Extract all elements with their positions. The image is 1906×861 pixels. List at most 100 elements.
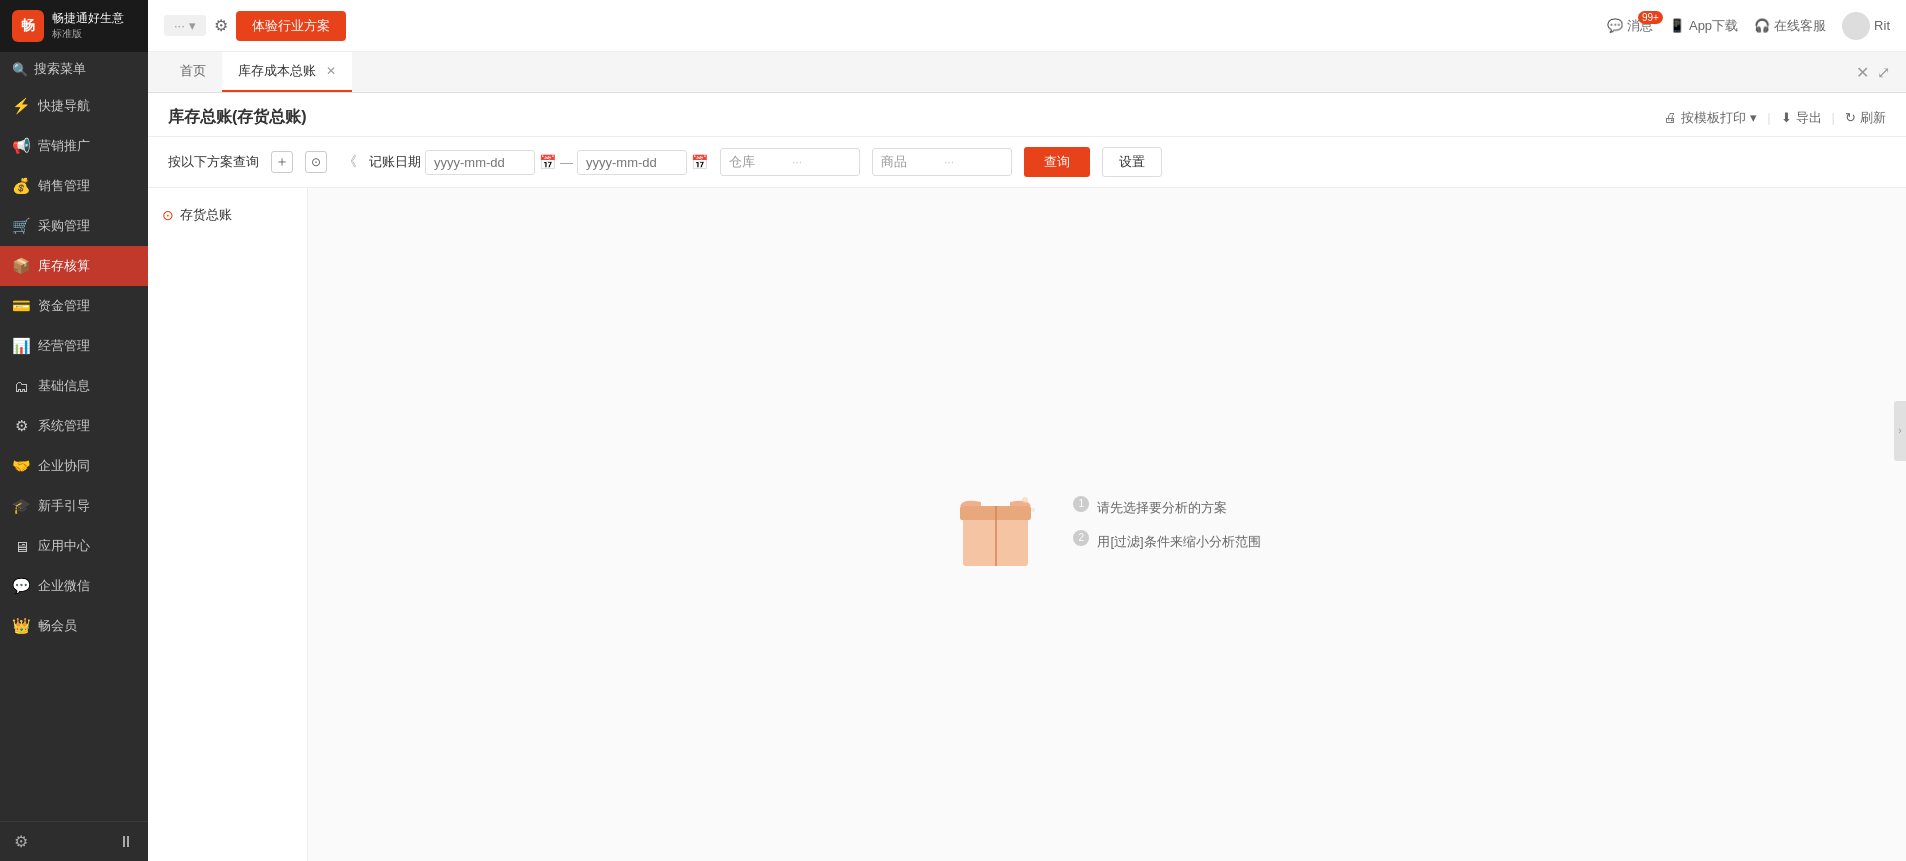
warehouse-filter[interactable]: 仓库 ··· [720,148,860,176]
right-panel-toggle[interactable]: › [1894,401,1906,461]
cal-start-icon[interactable]: 📅 [539,154,556,170]
export-icon: ⬇ [1781,110,1792,125]
product-more-icon: ··· [944,155,1003,169]
message-badge: 99+ [1638,11,1663,24]
sidebar-item-label: 应用中心 [38,537,90,555]
purchase-icon: 🛒 [12,217,30,235]
sidebar-item-label: 营销推广 [38,137,90,155]
product-filter[interactable]: 商品 ··· [872,148,1012,176]
filter-add-btn[interactable]: ＋ [271,151,293,173]
sound-icon[interactable]: ⏸ [118,833,134,851]
date-label: 记账日期 [369,153,421,171]
warehouse-label: 仓库 [729,153,788,171]
tab-close-all-icon[interactable]: ✕ [1856,63,1869,82]
industry-btn[interactable]: 体验行业方案 [236,11,346,41]
shortcut-icon: ⚡ [12,97,30,115]
refresh-btn[interactable]: ↻ 刷新 [1845,109,1886,127]
svg-point-4 [1031,508,1035,512]
tab-close-btn[interactable]: ✕ [326,64,336,78]
basic-icon: 🗂 [12,378,30,395]
empty-step2: 2 用[过滤]条件来缩小分析范围 [1073,529,1260,555]
sidebar-item-shortcut[interactable]: ⚡ 快捷导航 [0,86,148,126]
sidebar-item-appstore[interactable]: 🖥 应用中心 [0,526,148,566]
search-label: 搜索菜单 [34,60,86,78]
sidebar-item-basic[interactable]: 🗂 基础信息 [0,366,148,406]
empty-step1: 1 请先选择要分析的方案 [1073,495,1260,521]
date-start-input[interactable] [425,150,535,175]
tab-expand-icon[interactable]: ⤢ [1877,63,1890,82]
online-service-btn[interactable]: 🎧 在线客服 [1754,17,1826,35]
content-body: ⊙ 存货总账 [148,188,1906,861]
sidebar-item-member[interactable]: 👑 畅会员 [0,606,148,646]
sidebar-item-marketing[interactable]: 📢 营销推广 [0,126,148,166]
tab-home[interactable]: 首页 [164,52,222,92]
member-icon: 👑 [12,617,30,635]
date-end-input[interactable] [577,150,687,175]
divider2: | [1832,110,1835,125]
sidebar-item-label: 畅会员 [38,617,77,635]
print-template-btn[interactable]: 🖨 按模板打印 ▾ [1664,109,1757,127]
sidebar-item-finance[interactable]: 💳 资金管理 [0,286,148,326]
topbar-right: 💬 消息 99+ 📱 App下载 🎧 在线客服 Rit [1607,12,1890,40]
filter-schema-btn[interactable]: ⊙ [305,151,327,173]
refresh-label: 刷新 [1860,109,1886,127]
system-icon: ⚙ [12,417,30,435]
export-btn[interactable]: ⬇ 导出 [1781,109,1822,127]
user-name: Rit [1874,18,1890,33]
print-label: 按模板打印 [1681,109,1746,127]
sidebar-item-operation[interactable]: 📊 经营管理 [0,326,148,366]
breadcrumb[interactable]: ··· ▾ [164,15,206,36]
tab-inventory-ledger[interactable]: 库存成本总账 ✕ [222,52,352,92]
download-icon: 📱 [1669,18,1685,33]
dropdown-icon: ▾ [189,18,196,33]
message-icon: 💬 [1607,18,1623,33]
main-area: ··· ▾ ⚙ 体验行业方案 💬 消息 99+ 📱 App下载 🎧 在线客服 [148,0,1906,861]
warehouse-more-icon: ··· [792,155,851,169]
page-header: 库存总账(存货总账) 🖨 按模板打印 ▾ | ⬇ 导出 | ↻ 刷新 [148,93,1906,137]
sidebar-item-wechat[interactable]: 💬 企业微信 [0,566,148,606]
cal-end-icon[interactable]: 📅 [691,154,708,170]
topbar-settings-icon[interactable]: ⚙ [214,16,228,35]
tab-bar: 首页 库存成本总账 ✕ ✕ ⤢ [148,52,1906,93]
product-label: 商品 [881,153,940,171]
avatar-img [1842,12,1870,40]
service-icon: 🎧 [1754,18,1770,33]
message-btn[interactable]: 💬 消息 99+ [1607,17,1653,35]
page-actions: 🖨 按模板打印 ▾ | ⬇ 导出 | ↻ 刷新 [1664,109,1886,127]
settings-icon[interactable]: ⚙ [14,832,28,851]
content-area: 库存总账(存货总账) 🖨 按模板打印 ▾ | ⬇ 导出 | ↻ 刷新 [148,93,1906,861]
app-download-btn[interactable]: 📱 App下载 [1669,17,1738,35]
sidebar-item-inventory[interactable]: 📦 库存核算 [0,246,148,286]
app-download-label: App下载 [1689,17,1738,35]
filter-settings-btn[interactable]: 设置 [1102,147,1162,177]
sidebar-search[interactable]: 🔍 搜索菜单 [0,52,148,86]
sidebar-item-label: 库存核算 [38,257,90,275]
cooperation-icon: 🤝 [12,457,30,475]
sidebar-item-system[interactable]: ⚙ 系统管理 [0,406,148,446]
empty-icon [953,480,1043,570]
empty-state: 1 请先选择要分析的方案 2 用[过滤]条件来缩小分析范围 [308,188,1906,861]
sidebar-item-label: 采购管理 [38,217,90,235]
finance-icon: 💳 [12,297,30,315]
date-separator: — [560,155,573,170]
scheme-item-inventory[interactable]: ⊙ 存货总账 [148,198,307,232]
step-num-2: 2 [1073,530,1089,546]
user-avatar[interactable]: Rit [1842,12,1890,40]
query-btn[interactable]: 查询 [1024,147,1090,177]
tab-inventory-label: 库存成本总账 [238,63,316,78]
inventory-icon: 📦 [12,257,30,275]
sidebar-item-guide[interactable]: 🎓 新手引导 [0,486,148,526]
empty-inner: 1 请先选择要分析的方案 2 用[过滤]条件来缩小分析范围 [953,480,1260,570]
print-icon: 🖨 [1664,110,1677,125]
sidebar-item-sales[interactable]: 💰 销售管理 [0,166,148,206]
operation-icon: 📊 [12,337,30,355]
wechat-icon: 💬 [12,577,30,595]
sidebar-item-cooperation[interactable]: 🤝 企业协同 [0,446,148,486]
filter-collapse-btn[interactable]: 《 [343,153,357,171]
step-num-1: 1 [1073,496,1089,512]
sidebar-item-purchase[interactable]: 🛒 采购管理 [0,206,148,246]
search-icon: 🔍 [12,62,28,77]
app-logo: 畅 畅捷通好生意 标准版 [0,0,148,52]
appstore-icon: 🖥 [12,538,30,555]
tab-right-actions: ✕ ⤢ [1856,63,1890,82]
